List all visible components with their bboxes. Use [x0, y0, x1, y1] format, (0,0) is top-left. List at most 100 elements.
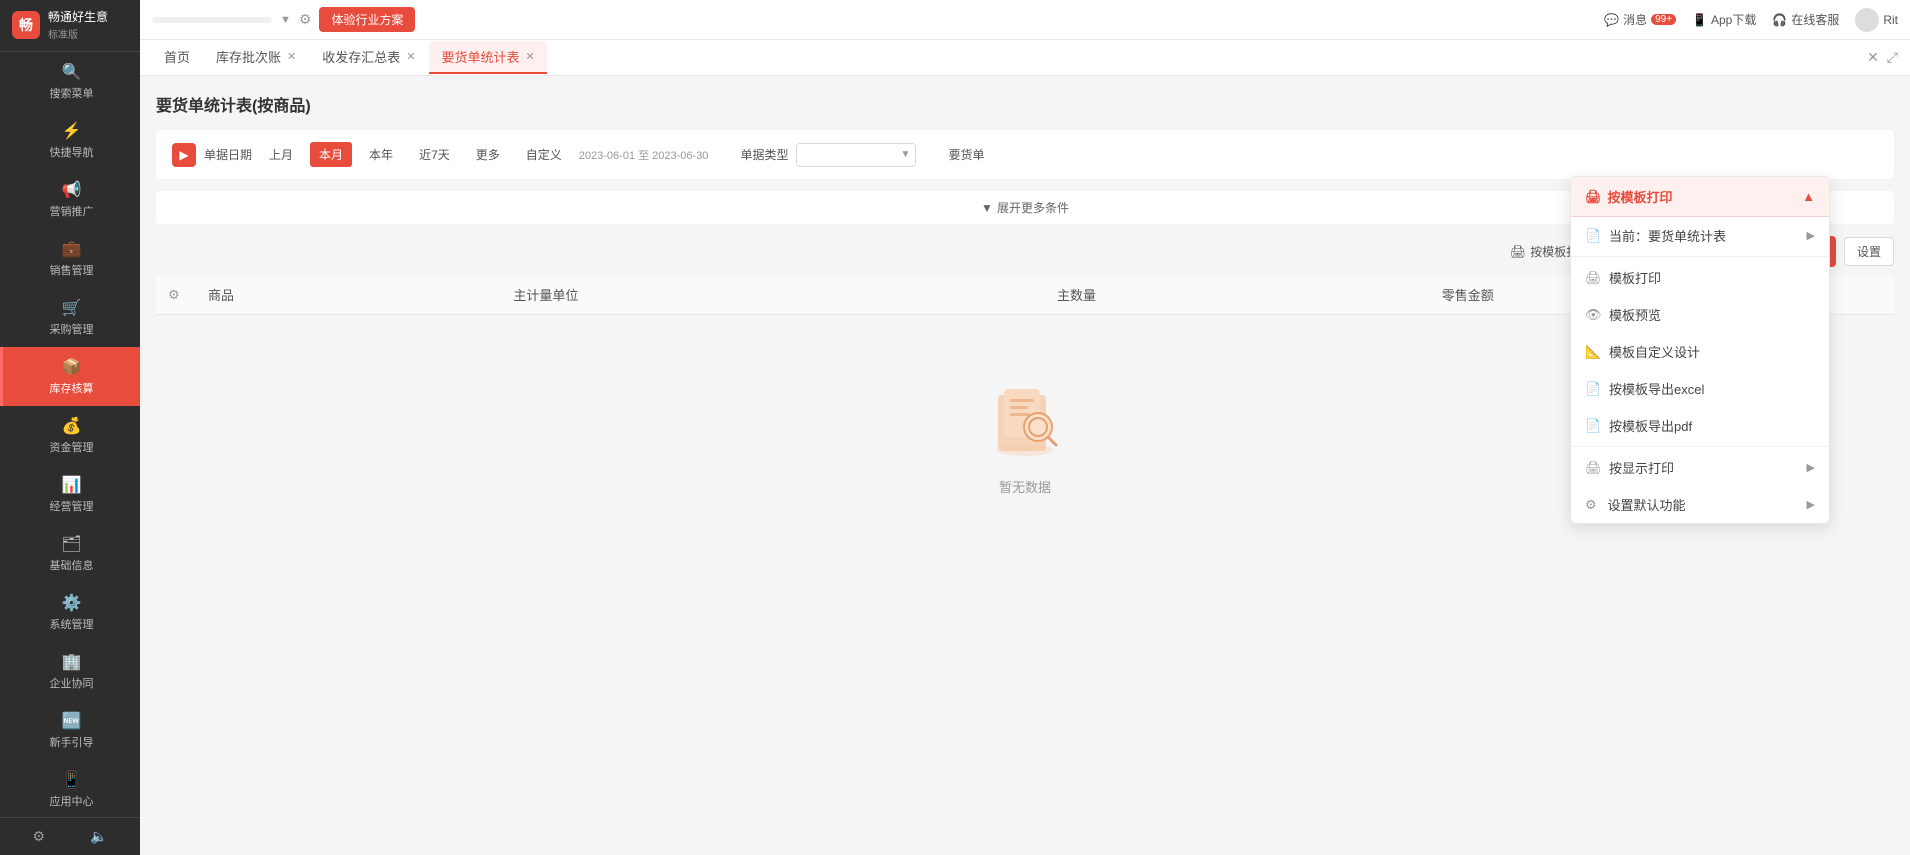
dropdown-item-template-preview[interactable]: 👁 模板预览 [1571, 296, 1829, 333]
search-icon: 🔍 [62, 62, 82, 82]
finance-icon: 💰 [62, 416, 82, 436]
sidebar-item-basic[interactable]: 🗂 基础信息 [0, 524, 140, 583]
print-icon: 🖨 [1510, 244, 1527, 260]
download-icon: 📱 [1692, 13, 1707, 27]
sidebar-item-guide[interactable]: 🆕 新手引导 [0, 701, 140, 760]
dropdown-item-display-print[interactable]: 🖨 按显示打印 ▶ [1571, 449, 1829, 486]
dropdown-divider-2 [1571, 446, 1829, 447]
sales-icon: 💼 [62, 239, 82, 259]
date-btn-custom[interactable]: 自定义 [517, 142, 571, 167]
maximize-icon[interactable]: ⤢ [1887, 49, 1898, 66]
template-excel-icon: 📄 [1585, 381, 1601, 397]
sidebar-item-finance[interactable]: 💰 资金管理 [0, 406, 140, 465]
default-setting-arrow: ▶ [1807, 498, 1815, 511]
operation-icon: 📊 [62, 475, 82, 495]
trial-button[interactable]: 体验行业方案 [319, 7, 415, 32]
online-service-btn[interactable]: 🎧 在线客服 [1772, 11, 1839, 28]
app-download-btn[interactable]: 📱 App下载 [1692, 11, 1756, 28]
display-print-arrow: ▶ [1807, 461, 1815, 474]
sidebar: 畅 畅通好生意 标准版 🔍 搜索菜单 ⚡ 快捷导航 📢 营销推广 💼 销售管理 … [0, 0, 140, 855]
empty-text: 暂无数据 [999, 477, 1051, 496]
dropdown-header-title-area: 🖨 按模板打印 [1585, 187, 1673, 206]
chevron-up-icon[interactable]: ▲ [1802, 189, 1815, 204]
col-gear: ⚙ [156, 275, 196, 315]
topbar: ▼ ⚙ 体验行业方案 💬 消息 99+ 📱 App下载 🎧 在线客服 Rit [140, 0, 1910, 40]
default-setting-icon: ⚙ [1585, 497, 1599, 513]
dropdown-item-template-pdf[interactable]: 📄 按模板导出pdf [1571, 407, 1829, 444]
service-icon: 🎧 [1772, 13, 1787, 27]
main-area: ▼ ⚙ 体验行业方案 💬 消息 99+ 📱 App下载 🎧 在线客服 Rit [140, 0, 1910, 855]
sidebar-item-inventory[interactable]: 📦 库存核算 [0, 347, 140, 406]
tab-home[interactable]: 首页 [152, 41, 202, 74]
dropdown-current-sub: 当前：要货单统计表 ▶ [1609, 226, 1815, 245]
date-btn-current[interactable]: 本月 [310, 142, 352, 167]
inventory-icon: 📦 [62, 357, 82, 377]
dropdown-item-default-setting[interactable]: ⚙ 设置默认功能 ▶ [1571, 486, 1829, 523]
template-design-icon: 📐 [1585, 344, 1601, 360]
guide-icon: 🆕 [62, 711, 82, 731]
dropdown-divider-1 [1571, 256, 1829, 257]
topbar-gear-icon[interactable]: ⚙ [299, 11, 312, 28]
purchase-icon: 🛒 [62, 298, 82, 318]
logo-icon: 畅 [12, 11, 40, 39]
dropdown-item-template-design[interactable]: 📐 模板自定义设计 [1571, 333, 1829, 370]
type-select[interactable] [796, 143, 916, 167]
sidebar-item-marketing[interactable]: 📢 营销推广 [0, 170, 140, 229]
tab-close-order-summary[interactable]: ✕ [526, 50, 535, 63]
sidebar-item-system[interactable]: ⚙️ 系统管理 [0, 583, 140, 642]
dropdown-display-sub: 按显示打印 ▶ [1609, 458, 1815, 477]
topbar-search-box [152, 17, 272, 23]
tab-bar: 首页 库存批次账 ✕ 收发存汇总表 ✕ 要货单统计表 ✕ ✕ ⤢ [140, 40, 1910, 76]
dropdown-header: 🖨 按模板打印 ▲ [1571, 177, 1829, 217]
tab-inventory-batch[interactable]: 库存批次账 ✕ [204, 41, 308, 74]
date-btn-more[interactable]: 更多 [467, 142, 509, 167]
sidebar-item-operation[interactable]: 📊 经营管理 [0, 465, 140, 524]
basic-icon: 🗂 [61, 534, 81, 554]
dropdown-menu: 🖨 按模板打印 ▲ 📄 当前：要货单统计表 ▶ 🖨 模板打印 [1570, 176, 1830, 524]
window-controls: ✕ ⤢ [1867, 49, 1898, 66]
table-gear-icon[interactable]: ⚙ [168, 287, 180, 302]
dropdown-item-template-print[interactable]: 🖨 模板打印 [1571, 259, 1829, 296]
sidebar-item-purchase[interactable]: 🛒 采购管理 [0, 288, 140, 347]
tab-close-collection-summary[interactable]: ✕ [406, 50, 415, 63]
dropdown-header-right: ▲ [1802, 189, 1815, 204]
enterprise-icon: 🏢 [62, 652, 82, 672]
col-unit: 主计量单位 [501, 275, 1045, 315]
current-arrow-icon: ▶ [1807, 229, 1815, 242]
date-btn-prev[interactable]: 上月 [260, 142, 302, 167]
template-print-icon: 🖨 [1585, 270, 1601, 286]
avatar [1855, 8, 1879, 32]
logo-text: 畅通好生意 标准版 [48, 10, 108, 41]
tab-close-inventory-batch[interactable]: ✕ [287, 50, 296, 63]
dropdown-item-template-excel[interactable]: 📄 按模板导出excel [1571, 370, 1829, 407]
topbar-right: 💬 消息 99+ 📱 App下载 🎧 在线客服 Rit [1604, 8, 1898, 32]
tab-collection-summary[interactable]: 收发存汇总表 ✕ [310, 41, 427, 74]
user-avatar-area[interactable]: Rit [1855, 8, 1898, 32]
type-select-wrapper: ▼ [796, 143, 916, 167]
app-icon: 📱 [62, 770, 82, 790]
tab-order-summary[interactable]: 要货单统计表 ✕ [429, 41, 546, 74]
sidebar-nav: 🔍 搜索菜单 ⚡ 快捷导航 📢 营销推广 💼 销售管理 🛒 采购管理 📦 库存核… [0, 52, 140, 817]
sidebar-item-sales[interactable]: 💼 销售管理 [0, 229, 140, 288]
sidebar-item-search[interactable]: 🔍 搜索菜单 [0, 52, 140, 111]
dropdown-current-item[interactable]: 📄 当前：要货单统计表 ▶ [1571, 217, 1829, 254]
dropdown-default-sub: 设置默认功能 ▶ [1607, 495, 1815, 514]
sidebar-item-enterprise[interactable]: 🏢 企业协同 [0, 642, 140, 701]
quicknav-icon: ⚡ [62, 121, 82, 141]
message-btn[interactable]: 💬 消息 99+ [1604, 11, 1676, 28]
sidebar-item-quicknav[interactable]: ⚡ 快捷导航 [0, 111, 140, 170]
print-template-icon: 🖨 [1585, 189, 1602, 205]
expand-more-btn[interactable]: ▼ 展开更多条件 [981, 199, 1069, 216]
filter-expand-btn[interactable]: ▶ [172, 143, 196, 167]
sidebar-bottom: ⚙ 🔈 [0, 817, 140, 855]
settings-button[interactable]: 设置 [1844, 237, 1894, 266]
close-icon[interactable]: ✕ [1867, 49, 1879, 66]
date-btn-7days[interactable]: 近7天 [410, 142, 459, 167]
volume-btn[interactable]: 🔈 [90, 828, 107, 845]
message-icon: 💬 [1604, 13, 1619, 27]
sidebar-item-app[interactable]: 📱 应用中心 [0, 760, 140, 817]
template-pdf-icon: 📄 [1585, 418, 1601, 434]
filter-bar: ▶ 单据日期 上月 本月 本年 近7天 更多 自定义 2023-06-01 至 … [156, 130, 1894, 179]
date-btn-year[interactable]: 本年 [360, 142, 402, 167]
settings-bottom-btn[interactable]: ⚙ [33, 828, 46, 845]
